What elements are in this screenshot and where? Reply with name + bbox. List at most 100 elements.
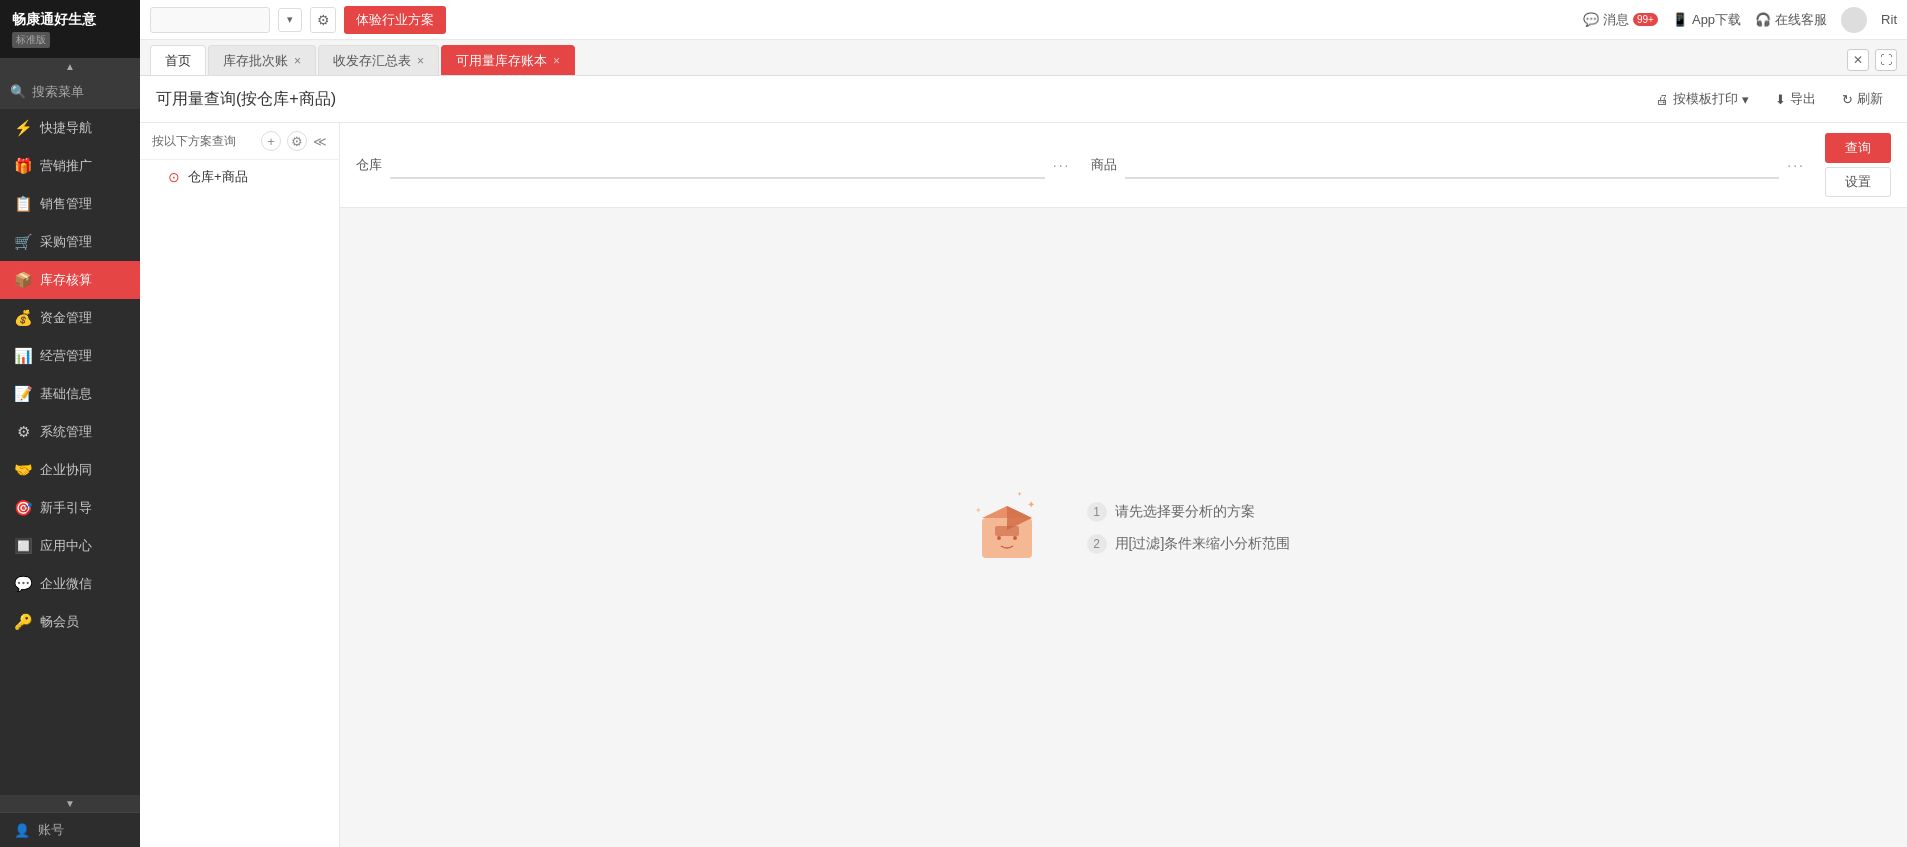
- sidebar-label-operations: 经营管理: [40, 347, 92, 365]
- sidebar-icon-system: ⚙: [14, 423, 32, 441]
- tab-home[interactable]: 首页: [150, 45, 206, 75]
- tip-num-1: 1: [1087, 502, 1107, 522]
- export-label: 导出: [1790, 90, 1816, 108]
- header-gear-btn[interactable]: ⚙: [310, 7, 336, 33]
- sidebar-label-purchase: 采购管理: [40, 233, 92, 251]
- svg-rect-3: [995, 526, 1019, 536]
- close-tab-btn[interactable]: ✕: [1847, 49, 1869, 71]
- sidebar-item-inventory[interactable]: 📦库存核算: [0, 261, 140, 299]
- warehouse-input[interactable]: [390, 151, 1045, 179]
- tab-close-batch-ledger[interactable]: ×: [294, 54, 301, 68]
- tab-close-available-ledger[interactable]: ×: [553, 54, 560, 68]
- product-more-btn[interactable]: ···: [1787, 157, 1805, 173]
- sidebar-item-enterprise[interactable]: 🤝企业协同: [0, 451, 140, 489]
- svg-point-4: [997, 536, 1001, 540]
- tab-close-collect-summary[interactable]: ×: [417, 54, 424, 68]
- filter-add-btn[interactable]: +: [261, 131, 281, 151]
- tab-batch-ledger[interactable]: 库存批次账 ×: [208, 45, 316, 75]
- sidebar-search[interactable]: 🔍 搜索菜单: [0, 75, 140, 109]
- sidebar-label-marketing: 营销推广: [40, 157, 92, 175]
- refresh-btn[interactable]: ↻ 刷新: [1834, 86, 1891, 112]
- sidebar-logo: 畅康通好生意 标准版: [0, 0, 140, 58]
- print-dropdown-icon: ▾: [1742, 92, 1749, 107]
- header-search-input[interactable]: [150, 7, 270, 33]
- sidebar-item-marketing[interactable]: 🎁 营销推广: [0, 147, 140, 185]
- sidebar-icon-app-center: 🔲: [14, 537, 32, 555]
- sidebar-icon-inventory: 📦: [14, 271, 32, 289]
- tab-label-home: 首页: [165, 52, 191, 70]
- sidebar-icon-membership: 🔑: [14, 613, 32, 631]
- service-icon: 🎧: [1755, 12, 1771, 27]
- tabs-bar: 首页库存批次账×收发存汇总表×可用量库存账本× ✕ ⛶: [140, 40, 1907, 76]
- sidebar-item-system[interactable]: ⚙系统管理: [0, 413, 140, 451]
- sidebar-icon-finance: 💰: [14, 309, 32, 327]
- tabs-actions: ✕ ⛶: [1847, 49, 1897, 71]
- empty-illustration: ✦ ✦ ✦: [957, 478, 1057, 578]
- sidebar-scroll-down[interactable]: ▼: [0, 795, 140, 812]
- page-title: 可用量查询(按仓库+商品): [156, 89, 336, 110]
- print-btn[interactable]: 🖨 按模板打印 ▾: [1648, 86, 1757, 112]
- tip-text-2: 用[过滤]条件来缩小分析范围: [1115, 535, 1291, 553]
- sidebar-label-quick-nav: 快捷导航: [40, 119, 92, 137]
- online-service-btn[interactable]: 🎧 在线客服: [1755, 11, 1827, 29]
- sidebar-item-purchase[interactable]: 🛒采购管理: [0, 223, 140, 261]
- filter-collapse-btn[interactable]: ≪: [313, 134, 327, 149]
- header-dropdown-btn[interactable]: ▾: [278, 8, 302, 32]
- sidebar-icon-marketing: 🎁: [14, 157, 32, 175]
- sidebar-item-quick-nav[interactable]: ⚡快捷导航: [0, 109, 140, 147]
- filter-item-icon: ⊙: [168, 169, 180, 185]
- msg-label: 消息: [1603, 11, 1629, 29]
- filter-panel: 按以下方案查询 + ⚙ ≪ ⊙ 仓库+商品: [140, 123, 340, 847]
- tab-collect-summary[interactable]: 收发存汇总表×: [318, 45, 439, 75]
- sidebar-label-app-center: 应用中心: [40, 537, 92, 555]
- sidebar-icon-operations: 📊: [14, 347, 32, 365]
- sidebar-label-finance: 资金管理: [40, 309, 92, 327]
- warehouse-more-btn[interactable]: ···: [1053, 157, 1071, 173]
- sidebar-item-membership[interactable]: 🔑 畅会员: [0, 603, 140, 641]
- filter-settings-btn[interactable]: ⚙: [287, 131, 307, 151]
- tab-available-ledger[interactable]: 可用量库存账本×: [441, 45, 575, 75]
- sidebar-icon-sales: 📋: [14, 195, 32, 213]
- empty-tips: 1 请先选择要分析的方案 2 用[过滤]条件来缩小分析范围: [1087, 502, 1291, 554]
- sidebar-item-finance[interactable]: 💰 资金管理: [0, 299, 140, 337]
- sidebar-item-app-center[interactable]: 🔲 应用中心: [0, 527, 140, 565]
- sidebar-bottom[interactable]: 👤 账号: [0, 812, 140, 847]
- sidebar: 畅康通好生意 标准版 ▲ 🔍 搜索菜单 ⚡快捷导航 🎁 营销推广 📋销售管理🛒采购管理…: [0, 0, 140, 847]
- top-header: ▾ ⚙ 体验行业方案 💬 消息 99+ 📱 App下载 🎧 在线客服 Rit: [140, 0, 1907, 40]
- sidebar-item-wechat[interactable]: 💬 企业微信: [0, 565, 140, 603]
- export-btn[interactable]: ⬇ 导出: [1767, 86, 1824, 112]
- messages-btn[interactable]: 💬 消息 99+: [1583, 11, 1658, 29]
- user-avatar[interactable]: [1841, 7, 1867, 33]
- warehouse-label: 仓库: [356, 156, 382, 174]
- sidebar-label-membership: 畅会员: [40, 613, 79, 631]
- refresh-label: 刷新: [1857, 90, 1883, 108]
- main-area: ▾ ⚙ 体验行业方案 💬 消息 99+ 📱 App下载 🎧 在线客服 Rit 首…: [140, 0, 1907, 847]
- page-actions: 🖨 按模板打印 ▾ ⬇ 导出 ↻ 刷新: [1648, 86, 1891, 112]
- product-label: 商品: [1091, 156, 1117, 174]
- trial-btn[interactable]: 体验行业方案: [344, 6, 446, 34]
- filter-header-label: 按以下方案查询: [152, 133, 236, 150]
- export-icon: ⬇: [1775, 92, 1786, 107]
- app-download-btn[interactable]: 📱 App下载: [1672, 11, 1741, 29]
- settings-button[interactable]: 设置: [1825, 167, 1891, 197]
- query-button[interactable]: 查询: [1825, 133, 1891, 163]
- app-download-label: App下载: [1692, 11, 1741, 29]
- filter-item-warehouse-product[interactable]: ⊙ 仓库+商品: [140, 160, 339, 194]
- sidebar-scroll-up[interactable]: ▲: [0, 58, 140, 75]
- service-label: 在线客服: [1775, 11, 1827, 29]
- sidebar-icon-wechat: 💬: [14, 575, 32, 593]
- product-input[interactable]: [1125, 151, 1780, 179]
- svg-text:✦: ✦: [1017, 491, 1022, 497]
- sidebar-icon-enterprise: 🤝: [14, 461, 32, 479]
- sidebar-item-basic-info[interactable]: 📝基础信息: [0, 375, 140, 413]
- svg-point-5: [1013, 536, 1017, 540]
- print-icon: 🖨: [1656, 92, 1669, 107]
- sidebar-label-wechat: 企业微信: [40, 575, 92, 593]
- sidebar-item-sales[interactable]: 📋销售管理: [0, 185, 140, 223]
- empty-tip-2: 2 用[过滤]条件来缩小分析范围: [1087, 534, 1291, 554]
- expand-tab-btn[interactable]: ⛶: [1875, 49, 1897, 71]
- tab-label-batch-ledger: 库存批次账: [223, 52, 288, 70]
- sidebar-item-newbie[interactable]: 🎯新手引导: [0, 489, 140, 527]
- sidebar-item-operations[interactable]: 📊 经营管理: [0, 337, 140, 375]
- sidebar-items: ⚡快捷导航 🎁 营销推广 📋销售管理🛒采购管理📦库存核算 💰 资金管理 📊 经营管理 📝基础信息…: [0, 109, 140, 795]
